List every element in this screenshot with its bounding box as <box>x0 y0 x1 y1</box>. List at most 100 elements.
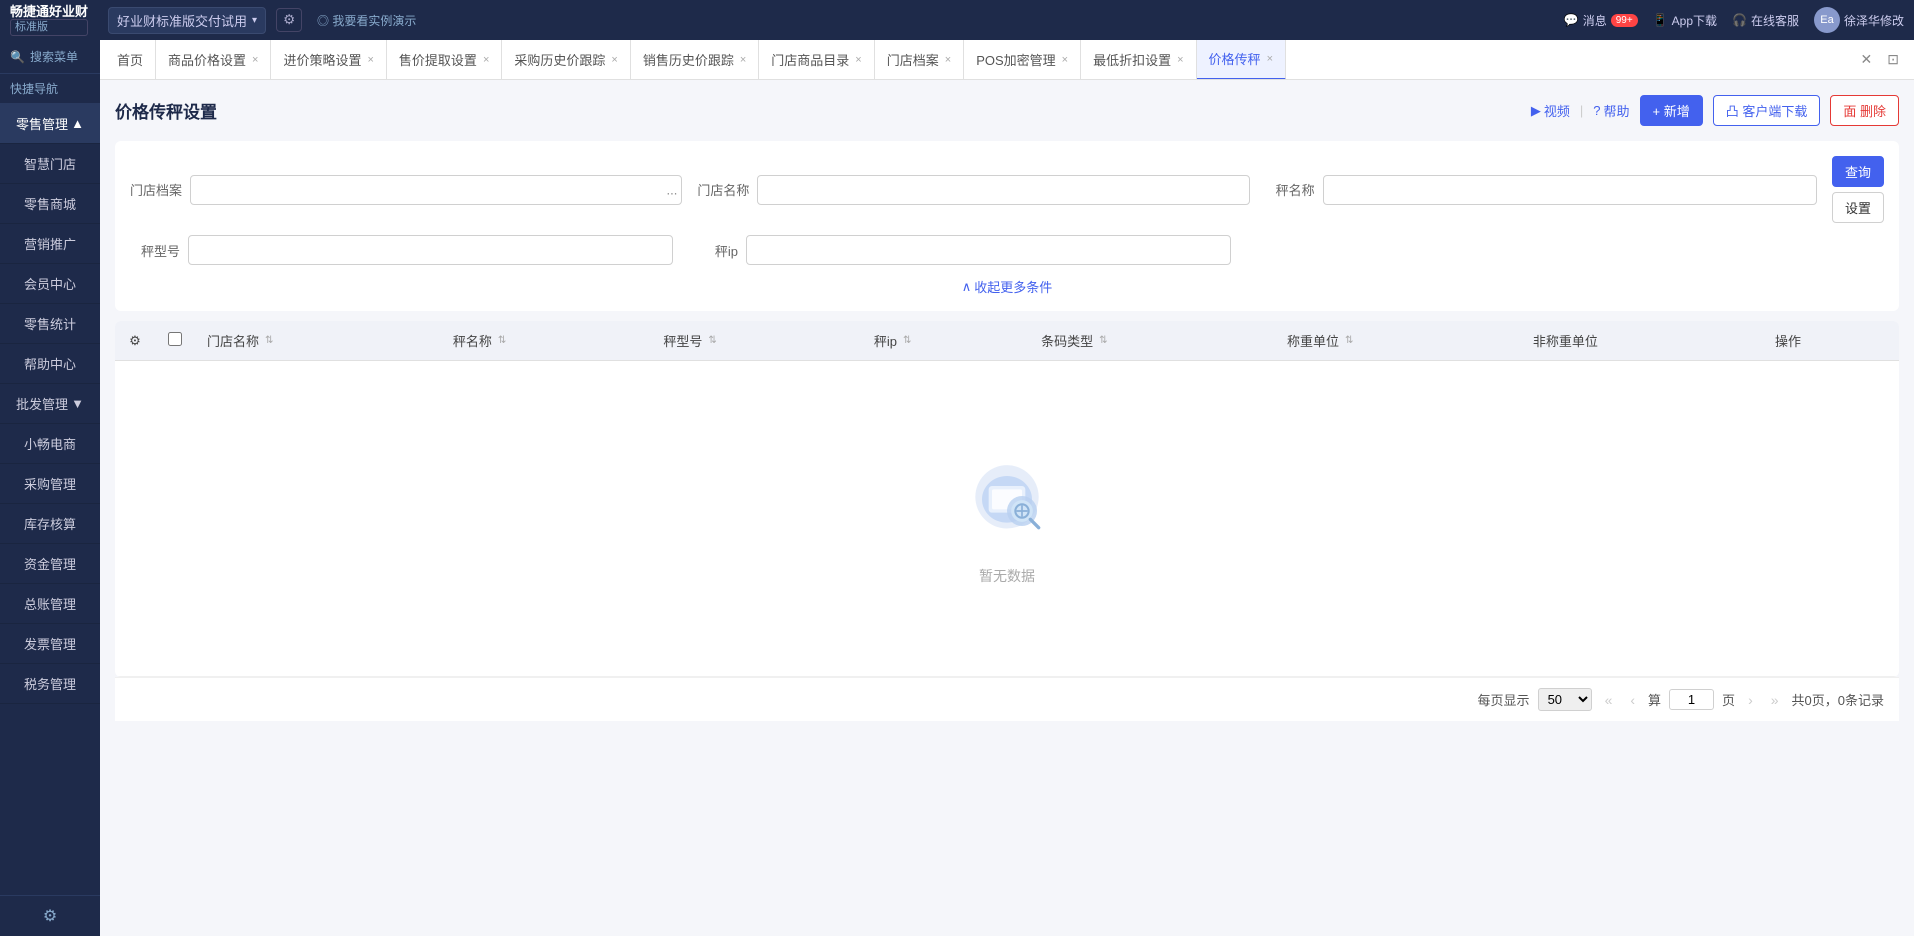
sidebar-item-help[interactable]: 帮助中心 <box>0 344 100 384</box>
tab-pos-mgmt[interactable]: POS加密管理 × <box>964 40 1081 80</box>
sidebar-item-member[interactable]: 会员中心 <box>0 264 100 304</box>
prev-page-button[interactable]: ‹ <box>1625 690 1640 710</box>
filter-store-profile: 门店档案 ... <box>130 175 682 205</box>
pagination-bar: 每页显示 50 10 20 100 « ‹ 算 页 › » 共0页，0条记录 <box>115 677 1899 721</box>
table-settings-icon[interactable]: ⚙ <box>129 333 141 348</box>
sidebar-quick-nav[interactable]: 快捷导航 <box>0 74 100 104</box>
sidebar-item-retail-mall[interactable]: 零售商城 <box>0 184 100 224</box>
sort-icon[interactable]: ⇅ <box>265 335 273 346</box>
sidebar-item-label: 会员中心 <box>24 277 76 292</box>
sidebar-item-general-ledger[interactable]: 总账管理 <box>0 584 100 624</box>
add-button[interactable]: + 新增 <box>1640 95 1703 126</box>
tab-close-icon[interactable]: × <box>252 54 258 66</box>
user-profile-button[interactable]: Ea 徐泽华修改 <box>1814 7 1904 33</box>
video-link[interactable]: ▶ 视频 <box>1531 101 1570 120</box>
app-version: 标准版 <box>10 19 88 36</box>
sidebar-item-inventory[interactable]: 库存核算 <box>0 504 100 544</box>
delete-button[interactable]: 面 删除 <box>1830 95 1899 126</box>
select-all-checkbox[interactable] <box>168 332 182 346</box>
set-button[interactable]: 设置 <box>1832 192 1884 223</box>
sidebar-item-retail-stats[interactable]: 零售统计 <box>0 304 100 344</box>
tab-store-catalog[interactable]: 门店商品目录 × <box>759 40 874 80</box>
sidebar-item-wholesale[interactable]: 批发管理 ▼ <box>0 384 100 424</box>
sidebar-item-invoice[interactable]: 发票管理 <box>0 624 100 664</box>
empty-cell: 暂无数据 <box>115 361 1899 677</box>
sidebar-item-label: 帮助中心 <box>24 357 76 372</box>
download-button[interactable]: 凸 客户端下载 <box>1713 95 1821 126</box>
tab-close-icon[interactable]: × <box>1177 54 1183 66</box>
collapse-label: 收起更多条件 <box>974 277 1052 296</box>
download-icon: 📱 <box>1653 13 1668 27</box>
sort-icon[interactable]: ⇅ <box>1345 335 1353 346</box>
tab-purchase-strategy[interactable]: 进价策略设置 × <box>271 40 386 80</box>
version-gear-button[interactable]: ⚙ <box>276 8 302 32</box>
sidebar-item-label: 零售管理 <box>16 114 68 133</box>
tab-sale-extract[interactable]: 售价提取设置 × <box>387 40 502 80</box>
sidebar-item-purchase[interactable]: 采购管理 <box>0 464 100 504</box>
next-page-button[interactable]: › <box>1743 690 1758 710</box>
header-actions: ▶ 视频 | ? 帮助 + 新增 凸 客户端下载 面 删除 <box>1531 95 1899 126</box>
messages-button[interactable]: 💬 消息 99+ <box>1564 12 1638 29</box>
tab-price-setting[interactable]: 商品价格设置 × <box>156 40 271 80</box>
tab-close-icon[interactable]: × <box>1062 54 1068 66</box>
last-page-button[interactable]: » <box>1766 690 1784 710</box>
sidebar-item-ecommerce[interactable]: 小畅电商 <box>0 424 100 464</box>
app-download-button[interactable]: 📱 App下载 <box>1653 12 1717 29</box>
sort-icon[interactable]: ⇅ <box>903 335 911 346</box>
sidebar-item-label: 营销推广 <box>24 237 76 252</box>
tab-sale-history[interactable]: 销售历史价跟踪 × <box>631 40 759 80</box>
tab-close-icon[interactable]: × <box>483 54 489 66</box>
main-layout: 🔍 搜索菜单 快捷导航 零售管理 ▲ 智慧门店 零售商城 营销推广 会员中心 零… <box>0 40 1914 936</box>
first-page-button[interactable]: « <box>1600 690 1618 710</box>
sidebar-search[interactable]: 🔍 搜索菜单 <box>0 40 100 74</box>
collapse-button[interactable]: ∧ 收起更多条件 <box>962 277 1053 296</box>
filter-row-2: 秤型号 秤ip <box>130 235 1884 265</box>
top-bar: 畅捷通好业财 标准版 好业财标准版交付试用 ▾ ⚙ 我要看实例演示 💬 消息 9… <box>0 0 1914 40</box>
sidebar-item-finance[interactable]: 资金管理 <box>0 544 100 584</box>
current-page-input[interactable] <box>1669 689 1714 710</box>
tab-close-icon[interactable]: × <box>740 54 746 66</box>
sidebar-item-smart-store[interactable]: 智慧门店 <box>0 144 100 184</box>
tab-purchase-history[interactable]: 采购历史价跟踪 × <box>502 40 630 80</box>
tab-close-icon[interactable]: × <box>367 54 373 66</box>
query-button[interactable]: 查询 <box>1832 156 1884 187</box>
sidebar: 🔍 搜索菜单 快捷导航 零售管理 ▲ 智慧门店 零售商城 营销推广 会员中心 零… <box>0 40 100 936</box>
col-store-name-label: 门店名称 <box>207 331 259 350</box>
sort-icon[interactable]: ⇅ <box>708 335 716 346</box>
page-size-label: 每页显示 <box>1478 690 1530 709</box>
sidebar-item-marketing[interactable]: 营销推广 <box>0 224 100 264</box>
version-selector[interactable]: 好业财标准版交付试用 ▾ <box>108 7 266 34</box>
sort-icon[interactable]: ⇅ <box>1099 335 1107 346</box>
sidebar-item-tax[interactable]: 税务管理 <box>0 664 100 704</box>
tab-min-discount[interactable]: 最低折扣设置 × <box>1081 40 1196 80</box>
tab-maximize-icon[interactable]: ⊡ <box>1882 49 1904 70</box>
tab-close-icon[interactable]: × <box>1267 53 1273 65</box>
filter-scale-model-input[interactable] <box>188 235 673 265</box>
tab-close-icon[interactable]: × <box>611 54 617 66</box>
filter-scale-ip-label: 秤ip <box>688 241 738 260</box>
filter-scale-ip-input[interactable] <box>746 235 1231 265</box>
filter-store-name-input[interactable] <box>757 175 1249 205</box>
sort-icon[interactable]: ⇅ <box>498 335 506 346</box>
demo-link[interactable]: 我要看实例演示 <box>317 12 416 29</box>
col-store-name: 门店名称 ⇅ <box>195 321 441 361</box>
tab-close-all-icon[interactable]: ✕ <box>1856 49 1878 70</box>
sidebar-item-label: 零售统计 <box>24 317 76 332</box>
filter-store-profile-input[interactable] <box>190 175 682 205</box>
tab-price-transmit[interactable]: 价格传秤 × <box>1197 40 1286 80</box>
content-area: 首页 商品价格设置 × 进价策略设置 × 售价提取设置 × 采购历史价跟踪 × … <box>100 40 1914 936</box>
sidebar-settings-icon[interactable]: ⚙ <box>43 908 57 925</box>
filter-scale-name-input[interactable] <box>1323 175 1817 205</box>
tab-close-icon[interactable]: × <box>945 54 951 66</box>
online-service-button[interactable]: 🎧 在线客服 <box>1732 12 1799 29</box>
empty-text: 暂无数据 <box>979 566 1035 586</box>
page-size-select[interactable]: 50 10 20 100 <box>1538 688 1592 711</box>
tab-home[interactable]: 首页 <box>105 40 156 80</box>
help-link[interactable]: ? 帮助 <box>1593 101 1629 120</box>
video-icon: ▶ <box>1531 103 1541 119</box>
tab-store-profile[interactable]: 门店档案 × <box>875 40 964 80</box>
col-scale-ip: 秤ip ⇅ <box>862 321 1029 361</box>
tab-close-icon[interactable]: × <box>855 54 861 66</box>
sidebar-item-retail-mgmt[interactable]: 零售管理 ▲ <box>0 104 100 144</box>
ellipsis-icon[interactable]: ... <box>666 182 677 197</box>
